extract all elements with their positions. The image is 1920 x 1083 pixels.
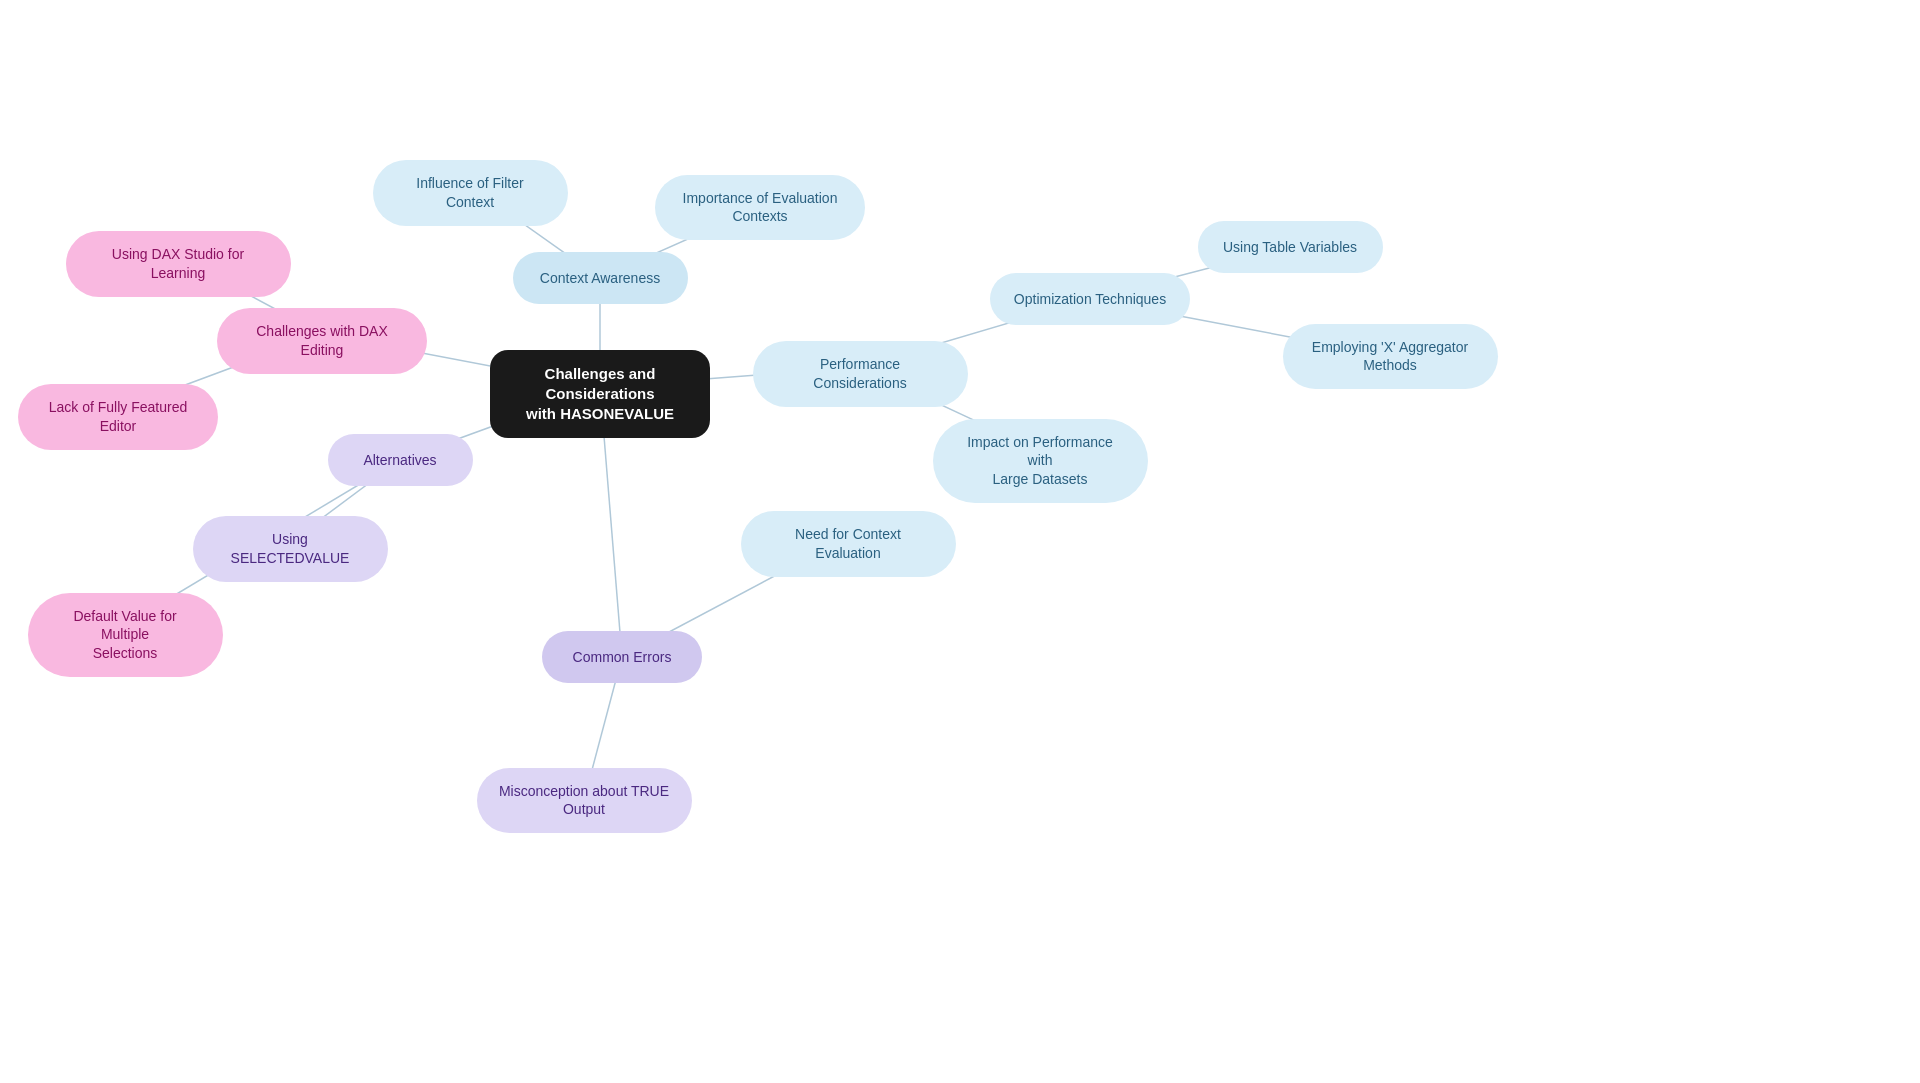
mindmap-node-usingDAXStudio: Using DAX Studio for Learning <box>66 231 291 297</box>
mindmap-node-employingAggregator: Employing 'X' AggregatorMethods <box>1283 324 1498 390</box>
mindmap-node-importanceEvaluationContexts: Importance of EvaluationContexts <box>655 175 865 241</box>
mindmap-node-misconceptionTRUE: Misconception about TRUEOutput <box>477 768 692 834</box>
mindmap-node-alternatives: Alternatives <box>328 434 473 486</box>
mindmap-node-commonErrors: Common Errors <box>542 631 702 683</box>
mindmap-node-performanceConsiderations: Performance Considerations <box>753 341 968 407</box>
mindmap-node-optimizationTechniques: Optimization Techniques <box>990 273 1190 325</box>
mindmap-node-lackEditor: Lack of Fully Featured Editor <box>18 384 218 450</box>
mindmap-node-contextAwareness: Context Awareness <box>513 252 688 304</box>
mindmap-node-defaultValueMultiple: Default Value for MultipleSelections <box>28 593 223 678</box>
mindmap-node-usingTableVariables: Using Table Variables <box>1198 221 1383 273</box>
mindmap-node-influenceFilterContext: Influence of Filter Context <box>373 160 568 226</box>
mindmap-node-impactPerformance: Impact on Performance withLarge Datasets <box>933 419 1148 504</box>
mindmap-node-usingSelectedValue: Using SELECTEDVALUE <box>193 516 388 582</box>
mindmap-node-center: Challenges and Considerationswith HASONE… <box>490 350 710 439</box>
mindmap-node-needContextEvaluation: Need for Context Evaluation <box>741 511 956 577</box>
mindmap-node-challengesDAXEditing: Challenges with DAX Editing <box>217 308 427 374</box>
